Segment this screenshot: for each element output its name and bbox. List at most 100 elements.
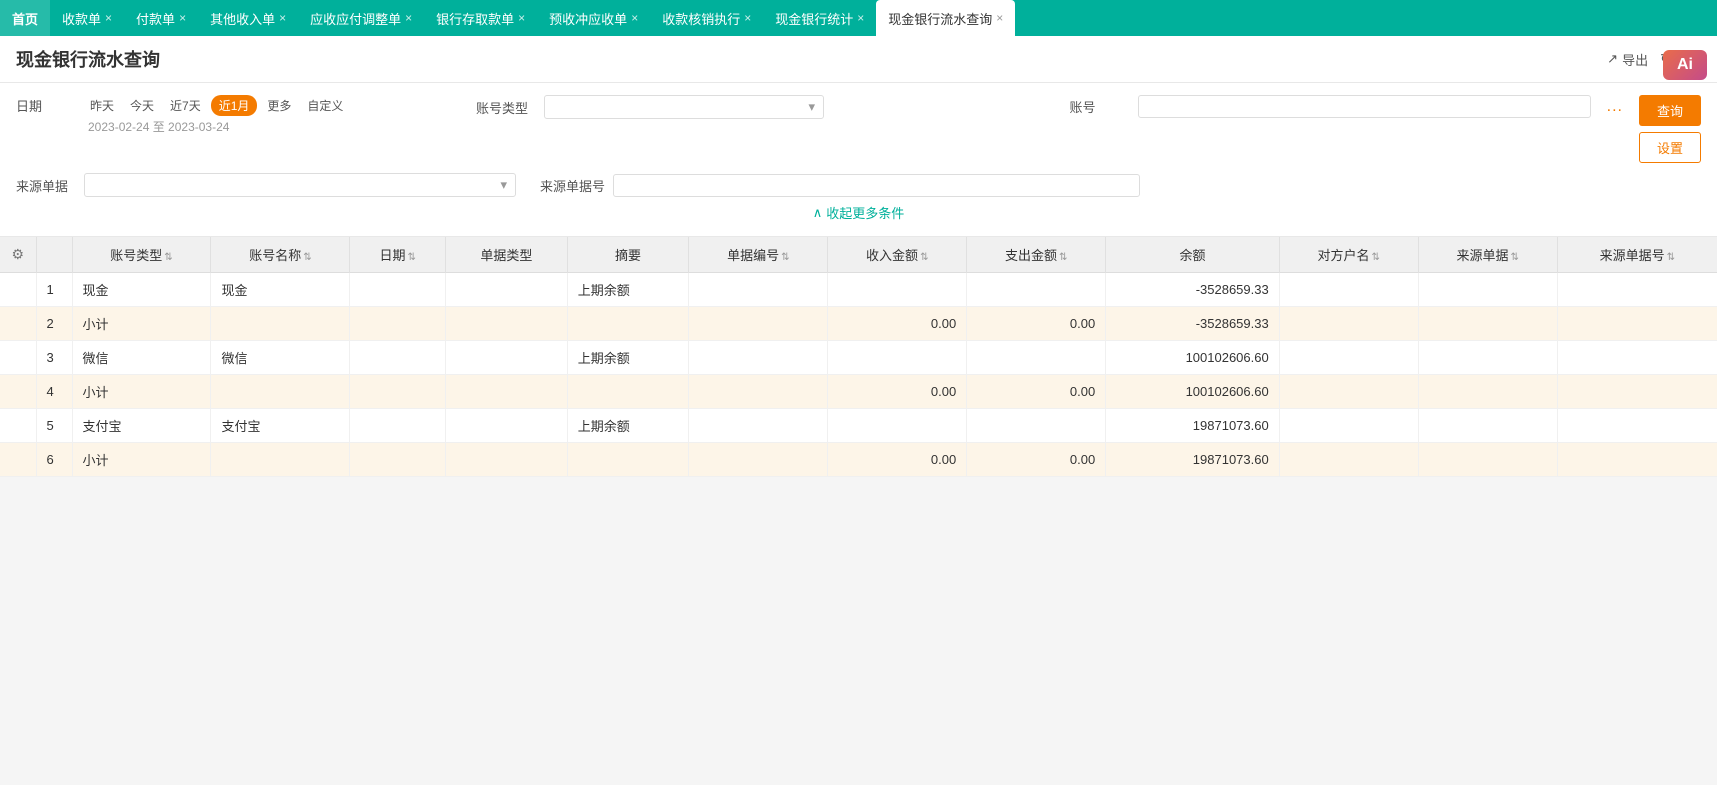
table-cell [350, 307, 446, 341]
source-bill-no-input[interactable] [613, 174, 1140, 197]
account-input[interactable] [1138, 95, 1591, 118]
table-cell: 支付宝 [72, 409, 211, 443]
column-account-type[interactable]: 账号类型⇅ [72, 237, 211, 273]
column-source-bill[interactable]: 来源单据⇅ [1418, 237, 1557, 273]
nav-tab-close[interactable]: × [744, 11, 751, 25]
column-account-name[interactable]: 账号名称⇅ [211, 237, 350, 273]
account-more-button[interactable]: ... [1607, 98, 1623, 116]
column-bill-no[interactable]: 单据编号⇅ [689, 237, 828, 273]
nav-tab-close[interactable]: × [279, 11, 286, 25]
page-header: 现金银行流水查询 ↗ 导出 ↻ 刷新 [0, 36, 1717, 83]
gear-icon[interactable]: ⚙ [11, 246, 24, 262]
nav-tab-close[interactable]: × [857, 11, 864, 25]
table-cell [828, 409, 967, 443]
query-button[interactable]: 查询 [1639, 95, 1701, 126]
nav-tab-close[interactable]: × [518, 11, 525, 25]
table-cell [828, 341, 967, 375]
data-table: ⚙ 账号类型⇅ 账号名称⇅ 日期⇅ 单据类型 摘要 单据编号⇅ 收入金 [0, 237, 1717, 477]
nav-tab-close[interactable]: × [996, 11, 1003, 25]
ai-badge[interactable]: Ai [1663, 50, 1707, 80]
sort-icon: ⇅ [1510, 252, 1518, 263]
settings-button[interactable]: 设置 [1639, 132, 1701, 163]
date-opt-jin7[interactable]: 近7天 [164, 95, 207, 116]
nav-tab-close[interactable]: × [105, 11, 112, 25]
sort-icon: ⇅ [408, 252, 416, 263]
date-opt-more[interactable]: 更多 [261, 95, 297, 116]
table-cell: 0.00 [967, 307, 1106, 341]
table-cell [689, 375, 828, 409]
table-cell [0, 307, 36, 341]
table-cell [446, 341, 568, 375]
column-bill-type: 单据类型 [446, 237, 568, 273]
table-cell [1557, 273, 1717, 307]
nav-tab-shoukuanhexiao[interactable]: 收款核销执行 × [650, 0, 763, 36]
date-opt-zuotian[interactable]: 昨天 [84, 95, 120, 116]
nav-tab-label: 应收应付调整单 [310, 9, 401, 28]
filter-area: 日期 昨天 今天 近7天 近1月 更多 自定义 2023-02-24 至 202… [0, 83, 1717, 237]
nav-tab-xianjintongji[interactable]: 现金银行统计 × [763, 0, 876, 36]
table-row: 5支付宝支付宝上期余额19871073.60 [0, 409, 1717, 443]
table-cell: 100102606.60 [1106, 341, 1280, 375]
source-bill-no-label: 来源单据号 [540, 176, 605, 195]
table-cell: 微信 [72, 341, 211, 375]
table-cell: 现金 [72, 273, 211, 307]
table-cell [0, 341, 36, 375]
table-cell [1279, 409, 1418, 443]
nav-tab-fukuandan[interactable]: 付款单 × [124, 0, 198, 36]
nav-tab-shoukuandan[interactable]: 收款单 × [50, 0, 124, 36]
sort-icon: ⇅ [303, 252, 311, 263]
column-settings[interactable]: ⚙ [0, 237, 36, 273]
column-counterparty[interactable]: 对方户名⇅ [1279, 237, 1418, 273]
table-cell [567, 443, 689, 477]
table-cell [967, 341, 1106, 375]
column-income[interactable]: 收入金额⇅ [828, 237, 967, 273]
account-type-label: 账号类型 [476, 98, 536, 117]
table-cell [350, 375, 446, 409]
table-header-row: ⚙ 账号类型⇅ 账号名称⇅ 日期⇅ 单据类型 摘要 单据编号⇅ 收入金 [0, 237, 1717, 273]
nav-tab-yinhangcunkuan[interactable]: 银行存取款单 × [424, 0, 537, 36]
date-opt-custom[interactable]: 自定义 [301, 95, 349, 116]
column-date[interactable]: 日期⇅ [350, 237, 446, 273]
column-expense[interactable]: 支出金额⇅ [967, 237, 1106, 273]
table-cell: 3 [36, 341, 72, 375]
table-row: 1现金现金上期余额-3528659.33 [0, 273, 1717, 307]
column-source-bill-no[interactable]: 来源单据号⇅ [1557, 237, 1717, 273]
chevron-down-icon: ▾ [808, 99, 815, 115]
table-cell [350, 409, 446, 443]
nav-tab-qitashouru[interactable]: 其他收入单 × [198, 0, 298, 36]
nav-tab-close[interactable]: × [179, 11, 186, 25]
table-cell: 4 [36, 375, 72, 409]
table-cell: 小计 [72, 443, 211, 477]
table-cell [1418, 409, 1557, 443]
export-button[interactable]: ↗ 导出 [1607, 50, 1648, 69]
table-cell [1418, 273, 1557, 307]
table-cell [828, 273, 967, 307]
nav-home[interactable]: 首页 [0, 0, 50, 36]
nav-tab-yingshouzhaizhai[interactable]: 应收应付调整单 × [298, 0, 424, 36]
table-cell [211, 307, 350, 341]
source-filter-row: 来源单据 ▾ 来源单据号 [16, 173, 1701, 197]
account-type-select[interactable]: ▾ [544, 95, 824, 119]
table-cell [689, 443, 828, 477]
nav-tab-close[interactable]: × [631, 11, 638, 25]
nav-tab-liushui[interactable]: 现金银行流水查询 × [876, 0, 1015, 36]
table-cell [1557, 307, 1717, 341]
collapse-bar[interactable]: ∧ 收起更多条件 [16, 197, 1701, 224]
nav-tab-close[interactable]: × [405, 11, 412, 25]
table-cell [1279, 375, 1418, 409]
date-opt-jin1yue[interactable]: 近1月 [211, 95, 258, 116]
date-opt-jintian[interactable]: 今天 [124, 95, 160, 116]
table-cell [1279, 273, 1418, 307]
sort-icon: ⇅ [1372, 252, 1380, 263]
sort-icon: ⇅ [1059, 252, 1067, 263]
table-cell: 19871073.60 [1106, 443, 1280, 477]
nav-tab-yushouchong[interactable]: 预收冲应收单 × [537, 0, 650, 36]
table-cell [350, 443, 446, 477]
collapse-label: 收起更多条件 [826, 203, 904, 222]
source-bill-select[interactable]: ▾ [84, 173, 516, 197]
table-cell [567, 375, 689, 409]
date-filter-label: 日期 [16, 96, 76, 115]
table-cell: -3528659.33 [1106, 307, 1280, 341]
table-cell [967, 409, 1106, 443]
sort-icon: ⇅ [1667, 252, 1675, 263]
